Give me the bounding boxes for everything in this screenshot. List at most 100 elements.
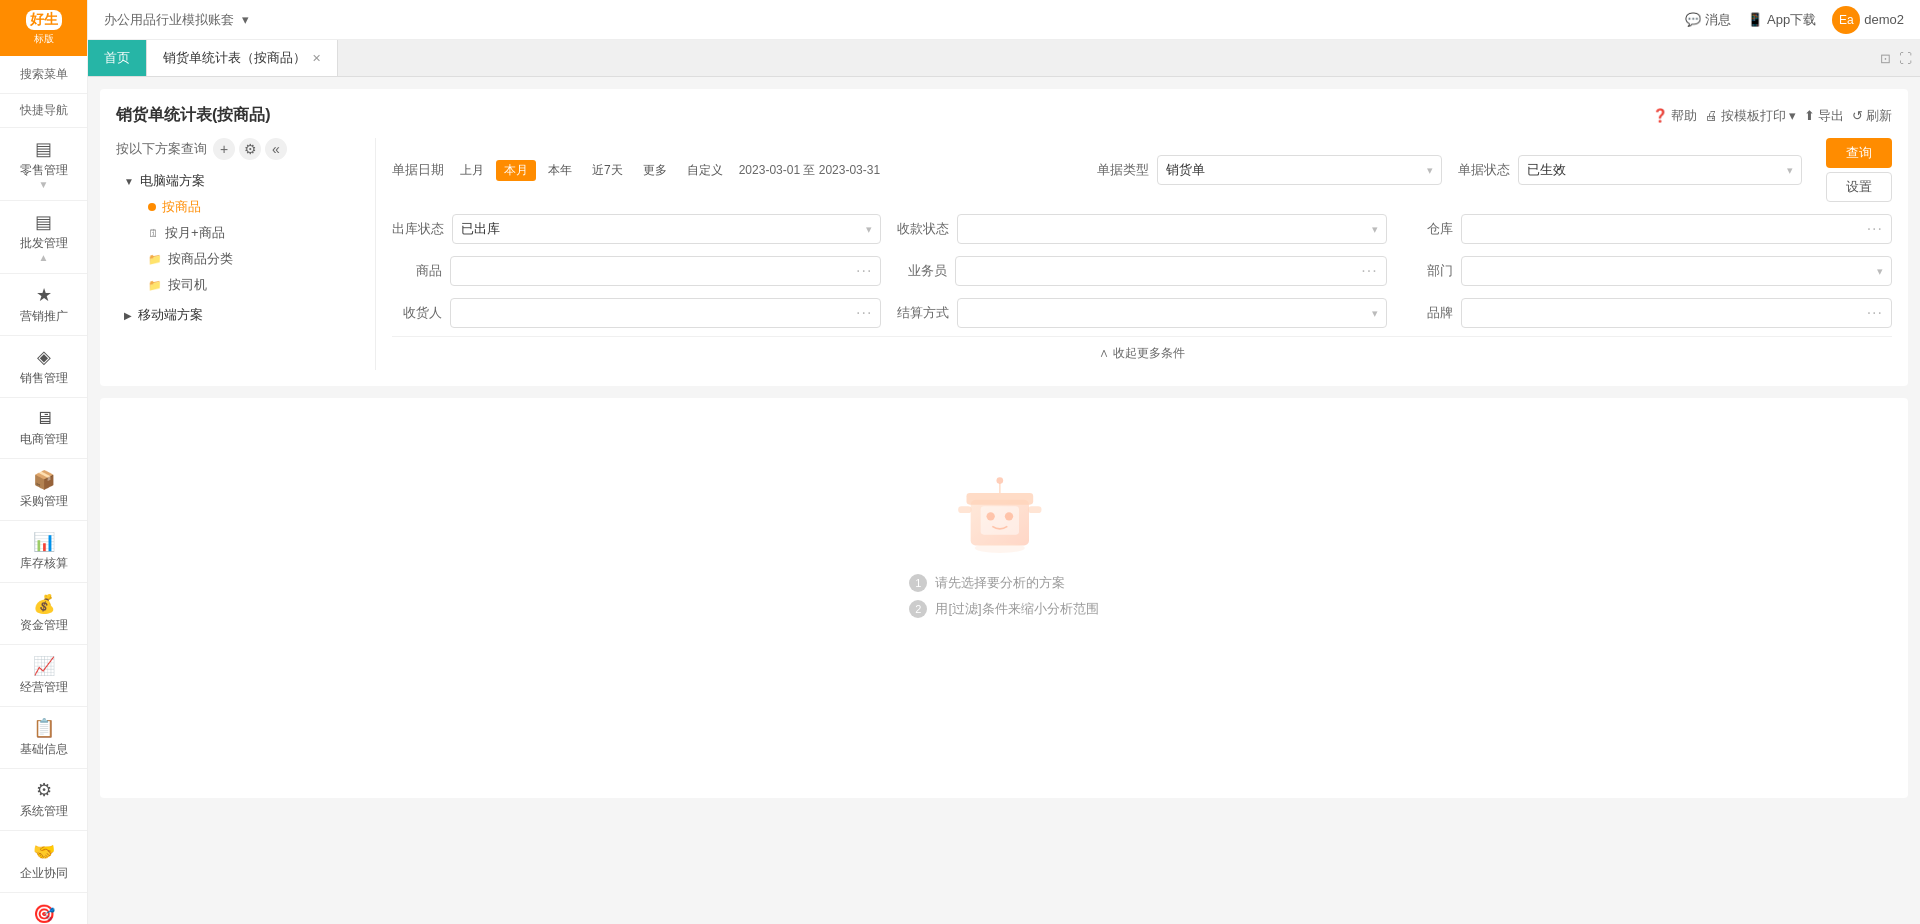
date-tab-this-year[interactable]: 本年 [540,160,580,181]
system-icon: ⚙ [36,779,52,801]
svg-rect-1 [967,493,1034,505]
empty-tips: 1 请先选择要分析的方案 2 用[过滤]条件来缩小分析范围 [909,574,1098,618]
department-label: 部门 [1403,262,1453,280]
department-input[interactable]: ▾ [1461,256,1892,286]
tree-item-by-cashier[interactable]: 📁 按司机 [140,272,363,298]
receiver-input[interactable]: ··· [450,298,881,328]
filter-field-department: 部门 ▾ [1403,256,1892,286]
print-btn[interactable]: 🖨 按模板打印 ▾ [1705,107,1796,125]
date-tab-custom[interactable]: 自定义 [679,160,731,181]
export-icon: ⬆ [1804,108,1815,123]
tab-sales-report-label: 销货单统计表（按商品） [163,49,306,67]
tree-section-desktop[interactable]: ▼ 电脑端方案 [116,168,363,194]
sidebar-item-purchase[interactable]: 📦 采购管理 [0,459,87,521]
tab-sales-report[interactable]: 销货单统计表（按商品） ✕ [147,40,338,76]
tab-fullscreen-icon[interactable]: ⛶ [1899,51,1912,66]
search-menu[interactable]: 搜索菜单 [0,56,87,94]
filter-right: 单据日期 上月 本月 本年 近7天 更多 自定义 [376,138,1892,370]
tree-item-by-month-goods[interactable]: 🗓 按月+商品 [140,220,363,246]
query-btn[interactable]: 查询 [1826,138,1892,168]
print-arrow-icon: ▾ [1789,108,1796,123]
warehouse-input[interactable]: ··· [1461,214,1892,244]
expand-arrow-retail: ▼ [39,179,49,190]
help-btn[interactable]: ❓ 帮助 [1652,107,1697,125]
tab-home[interactable]: 首页 [88,40,147,76]
receiver-label: 收货人 [392,304,442,322]
basic-icon: 📋 [33,717,55,739]
tree-section-mobile[interactable]: ▶ 移动端方案 [116,302,363,328]
filter-field-goods: 商品 ··· [392,256,881,286]
help-label: 帮助 [1671,107,1697,125]
tab-minimize-icon[interactable]: ⊡ [1880,51,1891,66]
out-status-input[interactable]: 已出库 ▾ [452,214,881,244]
sidebar-item-enterprise[interactable]: 🤝 企业协同 [0,831,87,893]
empty-tip-1-text: 请先选择要分析的方案 [935,574,1065,592]
sidebar-label-purchase: 采购管理 [20,493,68,510]
settings-btn[interactable]: 设置 [1826,172,1892,202]
tree-item-by-category[interactable]: 📁 按商品分类 [140,246,363,272]
sidebar-item-system[interactable]: ⚙ 系统管理 [0,769,87,831]
messages-btn[interactable]: 💬 消息 [1685,11,1731,29]
salesman-input[interactable]: ··· [955,256,1386,286]
goods-input[interactable]: ··· [450,256,881,286]
filter-field-payment-method: 结算方式 ▾ [897,298,1386,328]
brand-input[interactable]: ··· [1461,298,1892,328]
date-tab-more[interactable]: 更多 [635,160,675,181]
goods-dots-icon: ··· [856,262,872,280]
sidebar-item-retail[interactable]: ▤ 零售管理 ▼ [0,128,87,201]
filter-field-warehouse: 仓库 ··· [1403,214,1892,244]
date-tab-this-month[interactable]: 本月 [496,160,536,181]
tree-item-by-goods[interactable]: 按商品 [140,194,363,220]
doc-type-input[interactable]: 销货单 ▾ [1157,155,1442,185]
date-tab-last-month[interactable]: 上月 [452,160,492,181]
tree-collapse-btn[interactable]: « [265,138,287,160]
wholesale-icon: ▤ [35,211,52,233]
header-right: 💬 消息 📱 App下载 Ea demo2 [1685,6,1904,34]
industry-dropdown-icon[interactable]: ▾ [242,12,249,27]
sidebar-item-newbie[interactable]: 🎯 新手引导 [0,893,87,924]
ecommerce-icon: 🖥 [35,408,53,429]
svg-rect-8 [1028,506,1041,513]
app-download-btn[interactable]: 📱 App下载 [1747,11,1816,29]
collapse-bar[interactable]: ∧ 收起更多条件 [392,336,1892,370]
tree-expand-icon-mobile: ▶ [124,310,132,321]
sidebar-item-wholesale[interactable]: ▤ 批发管理 ▲ [0,201,87,274]
tab-home-label: 首页 [104,49,130,67]
sidebar-item-finance[interactable]: 💰 资金管理 [0,583,87,645]
tree-settings-btn[interactable]: ⚙ [239,138,261,160]
sales-icon: ◈ [37,346,51,368]
sidebar-item-basic[interactable]: 📋 基础信息 [0,707,87,769]
doc-type-label: 单据类型 [1097,161,1149,179]
payment-method-input[interactable]: ▾ [957,298,1386,328]
tab-close-btn[interactable]: ✕ [312,52,321,65]
sidebar-item-inventory[interactable]: 📊 库存核算 [0,521,87,583]
app-logo: 好生 标版 [0,0,87,56]
filter-field-doc-status: 单据状态 已生效 ▾ [1458,155,1803,185]
tree-expand-icon: ▼ [124,176,134,187]
sidebar-item-ecommerce[interactable]: 🖥 电商管理 [0,398,87,459]
empty-illustration [954,458,1054,558]
quick-nav[interactable]: 快捷导航 [0,94,87,128]
newbie-icon: 🎯 [33,903,55,924]
sidebar-label-finance: 资金管理 [20,617,68,634]
sidebar-item-sales[interactable]: ◈ 销售管理 [0,336,87,398]
refresh-btn[interactable]: ↺ 刷新 [1852,107,1892,125]
filter-field-out-status: 出库状态 已出库 ▾ [392,214,881,244]
empty-tip-1: 1 请先选择要分析的方案 [909,574,1098,592]
logo-text: 标版 [34,32,54,46]
user-profile-btn[interactable]: Ea demo2 [1832,6,1904,34]
payment-status-input[interactable]: ▾ [957,214,1386,244]
doc-status-input[interactable]: 已生效 ▾ [1518,155,1803,185]
sidebar-item-marketing[interactable]: ★ 营销推广 [0,274,87,336]
doc-type-arrow-icon: ▾ [1427,164,1433,177]
tree-add-btn[interactable]: + [213,138,235,160]
tree-section-label: 电脑端方案 [140,172,205,190]
goods-label: 商品 [392,262,442,280]
sidebar-item-operations[interactable]: 📈 经营管理 [0,645,87,707]
tree-sub-desktop: 按商品 🗓 按月+商品 📁 按商品分类 📁 按司机 [116,194,363,298]
tree-item-label-by-month-goods: 按月+商品 [165,224,225,242]
filter-tree-header: 按以下方案查询 + ⚙ « [116,138,363,160]
export-btn[interactable]: ⬆ 导出 [1804,107,1844,125]
date-tab-7days[interactable]: 近7天 [584,160,631,181]
tree-actions: + ⚙ « [213,138,287,160]
